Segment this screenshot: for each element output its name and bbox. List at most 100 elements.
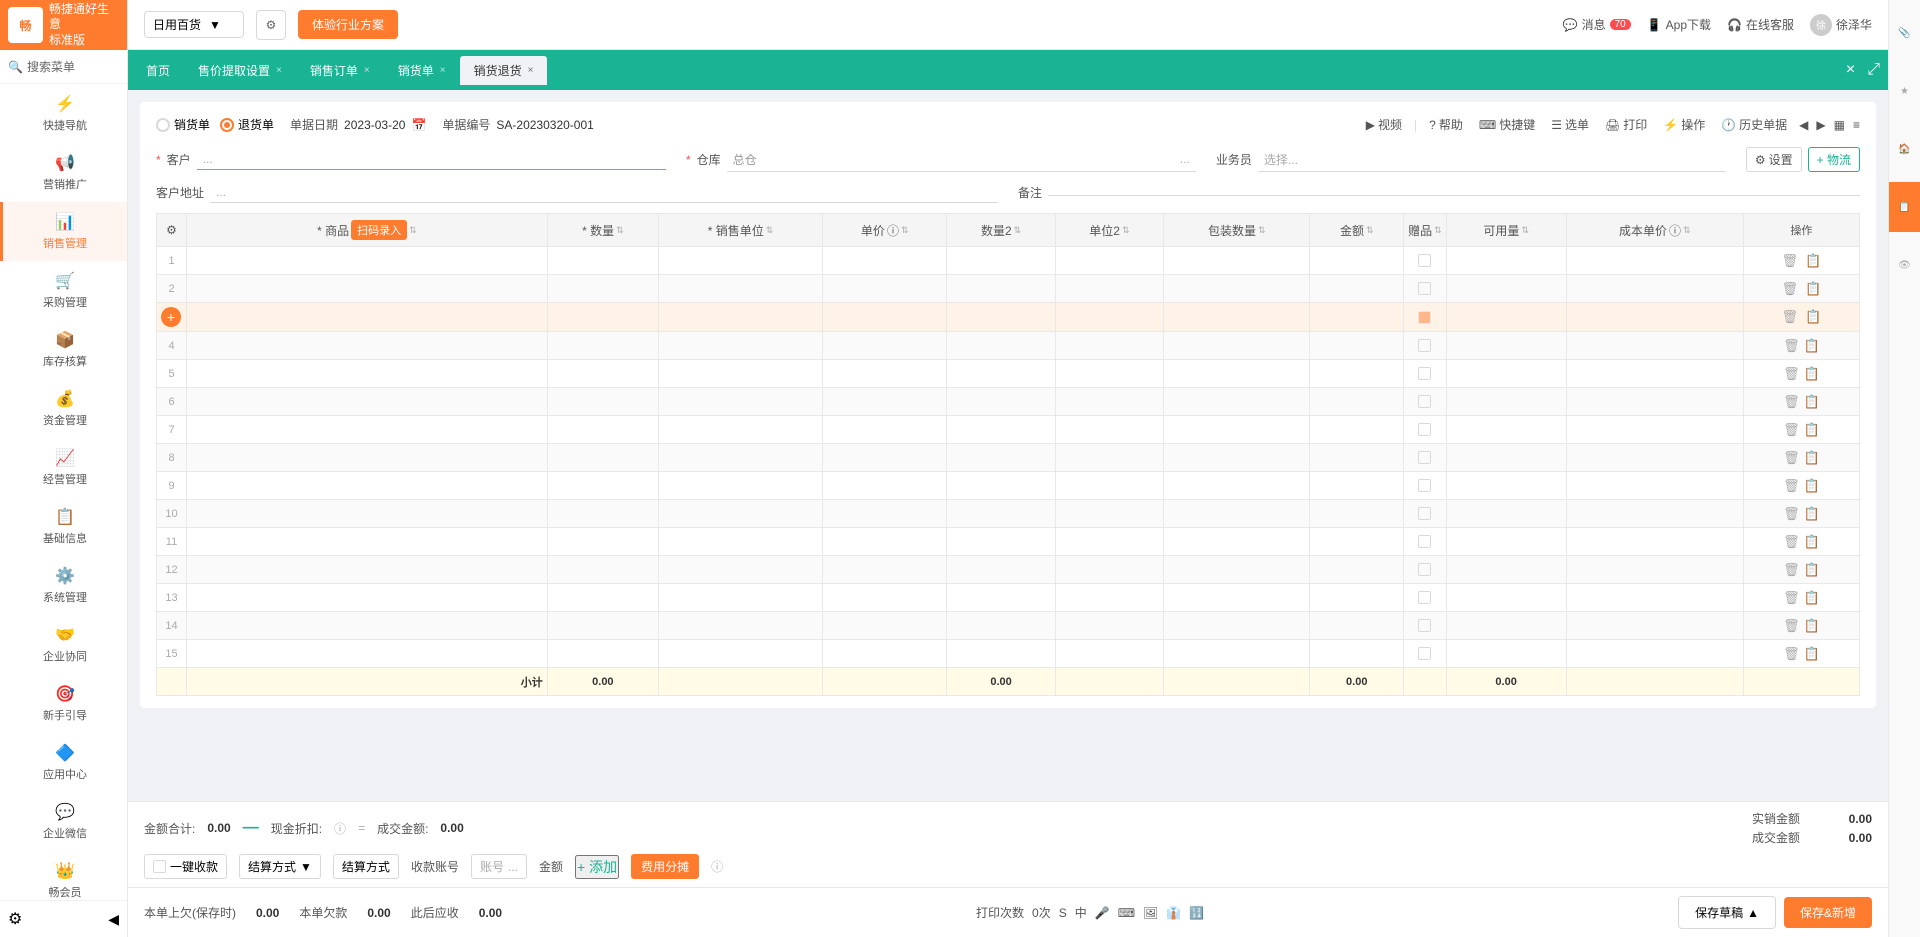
copy-row-button[interactable]: 📋	[1802, 644, 1822, 663]
fee-split-button[interactable]: 费用分摊	[631, 854, 699, 879]
gift-checkbox[interactable]	[1418, 451, 1431, 464]
right-panel-btn-2[interactable]: ★	[1893, 66, 1917, 116]
radio-return[interactable]: 退货单	[220, 116, 274, 133]
copy-row-button[interactable]: 📋	[1802, 392, 1822, 411]
tab-sale-delivery[interactable]: 销货单 ×	[384, 56, 460, 85]
radio-delivery[interactable]: 销货单	[156, 116, 210, 133]
summary-method-button[interactable]: 结算方式	[333, 854, 399, 879]
delete-row-button[interactable]: 🗑	[1781, 560, 1802, 579]
tab-sale-return[interactable]: 销货退货 ×	[460, 56, 548, 85]
gift-checkbox[interactable]	[1418, 619, 1431, 632]
delete-row-button[interactable]: 🗑	[1781, 364, 1802, 383]
calendar-icon[interactable]: 📅	[411, 118, 426, 132]
sidebar-item-guide[interactable]: 🎯 新手引导	[0, 674, 127, 733]
copy-row-button[interactable]: 📋	[1803, 307, 1823, 326]
copy-row-button[interactable]: 📋	[1802, 560, 1822, 579]
history-action-btn[interactable]: 🕐 历史单据	[1717, 114, 1791, 135]
delete-row-button[interactable]: 🗑	[1781, 588, 1802, 607]
copy-row-button[interactable]: 📋	[1803, 279, 1823, 298]
right-panel-btn-5[interactable]: 👁	[1893, 240, 1917, 290]
tab-home[interactable]: 首页	[132, 56, 184, 85]
sidebar-settings-icon[interactable]: ⚙	[8, 909, 22, 929]
copy-row-button[interactable]: 📋	[1802, 448, 1822, 467]
right-panel-btn-3[interactable]: 🏠	[1893, 124, 1917, 174]
sidebar-item-system[interactable]: ⚙️ 系统管理	[0, 556, 127, 615]
copy-row-button[interactable]: 📋	[1802, 504, 1822, 523]
copy-row-button[interactable]: 📋	[1802, 532, 1822, 551]
sidebar-item-wechat[interactable]: 💬 企业微信	[0, 792, 127, 851]
sidebar-collapse-icon[interactable]: ◀	[108, 911, 119, 928]
gift-checkbox[interactable]	[1418, 339, 1431, 352]
sidebar-item-basic[interactable]: 📋 基础信息	[0, 497, 127, 556]
gift-checkbox[interactable]	[1418, 535, 1431, 548]
gift-checkbox-active[interactable]	[1418, 311, 1431, 324]
account-input[interactable]: 账号 ...	[471, 854, 527, 879]
help-action-btn[interactable]: ? 帮助	[1425, 114, 1467, 135]
copy-row-button[interactable]: 📋	[1802, 364, 1822, 383]
gift-checkbox[interactable]	[1418, 563, 1431, 576]
gift-checkbox[interactable]	[1418, 395, 1431, 408]
scan-barcode-button[interactable]: 扫码录入	[351, 220, 407, 240]
tab-close-sale-order[interactable]: ×	[364, 65, 370, 76]
warehouse-input[interactable]: 总仓 ...	[727, 148, 1196, 172]
app-download-button[interactable]: 📱 App下载	[1647, 16, 1711, 33]
user-menu[interactable]: 徐 徐泽华	[1810, 14, 1872, 36]
add-row-button[interactable]: +	[161, 307, 181, 327]
close-tab-button[interactable]: ×	[1842, 59, 1859, 81]
delete-row-button[interactable]: 🗑	[1781, 336, 1802, 355]
salesperson-input[interactable]: 选择...	[1258, 148, 1726, 172]
video-action-btn[interactable]: ▶ 视频	[1362, 114, 1406, 135]
sidebar-item-marketing[interactable]: 📢 营销推广	[0, 143, 127, 202]
gift-checkbox[interactable]	[1418, 282, 1431, 295]
sort-icon[interactable]: ⇅	[409, 225, 417, 236]
delete-row-button[interactable]: 🗑	[1781, 420, 1802, 439]
save-draft-button[interactable]: 保存草稿 ▲	[1678, 896, 1776, 929]
tab-sale-price[interactable]: 售价提取设置 ×	[184, 56, 296, 85]
delete-row-button[interactable]: 🗑	[1781, 644, 1802, 663]
nav-next-icon[interactable]: ▶	[1816, 118, 1825, 132]
one-click-payment-button[interactable]: 一键收款	[144, 854, 227, 879]
sidebar-item-shortcuts[interactable]: ⚡ 快捷导航	[0, 84, 127, 143]
copy-row-button[interactable]: 📋	[1803, 251, 1823, 270]
restore-tab-button[interactable]: ⤢	[1863, 59, 1884, 81]
sidebar-item-enterprise[interactable]: 🤝 企业协同	[0, 615, 127, 674]
delete-row-button[interactable]: 🗑	[1781, 476, 1802, 495]
setup-button[interactable]: ⚙ 设置	[1746, 147, 1802, 172]
copy-row-button[interactable]: 📋	[1802, 588, 1822, 607]
sidebar-item-finance[interactable]: 💰 资金管理	[0, 379, 127, 438]
print-action-btn[interactable]: 🖨 打印	[1601, 114, 1651, 135]
sidebar-item-operations[interactable]: 📈 经营管理	[0, 438, 127, 497]
calc-method-button[interactable]: 结算方式 ▼	[239, 854, 321, 879]
right-panel-btn-1[interactable]: 📎	[1893, 8, 1917, 58]
add-payment-button[interactable]: + 添加	[575, 855, 619, 879]
list-view-icon[interactable]: ≡	[1853, 118, 1860, 132]
copy-row-button[interactable]: 📋	[1802, 476, 1822, 495]
tab-close-sale-delivery[interactable]: ×	[440, 65, 446, 76]
gift-checkbox[interactable]	[1418, 254, 1431, 267]
gift-checkbox[interactable]	[1418, 367, 1431, 380]
delete-row-button[interactable]: 🗑	[1781, 504, 1802, 523]
gift-checkbox[interactable]	[1418, 479, 1431, 492]
delete-row-button[interactable]: 🗑	[1781, 392, 1802, 411]
operate-action-btn[interactable]: ⚡ 操作	[1659, 114, 1709, 135]
gift-checkbox[interactable]	[1418, 507, 1431, 520]
save-new-button[interactable]: 保存&新增	[1784, 897, 1872, 928]
delete-row-button[interactable]: 🗑	[1781, 616, 1802, 635]
remark-input[interactable]	[1048, 189, 1860, 196]
industry-select[interactable]: 日用百货 ▼	[144, 11, 244, 38]
search-menu[interactable]: 🔍 搜索菜单	[0, 50, 127, 84]
product-input-active[interactable]	[191, 310, 543, 324]
delete-row-button[interactable]: 🗑	[1780, 251, 1801, 270]
checkbox-icon[interactable]	[153, 860, 166, 873]
nav-prev-icon[interactable]: ◀	[1799, 118, 1808, 132]
tab-sale-order[interactable]: 销售订单 ×	[296, 56, 384, 85]
tab-close-sale-price[interactable]: ×	[276, 65, 282, 76]
delete-row-button[interactable]: 🗑	[1780, 279, 1801, 298]
topbar-gear-button[interactable]: ⚙	[256, 10, 286, 40]
messages-button[interactable]: 💬 消息 70	[1563, 16, 1631, 33]
delete-row-button[interactable]: 🗑	[1781, 448, 1802, 467]
select-action-btn[interactable]: ☰ 选单	[1547, 114, 1593, 135]
logistics-button[interactable]: + 物流	[1808, 147, 1860, 172]
sidebar-item-inventory[interactable]: 📦 库存核算	[0, 320, 127, 379]
sidebar-item-sales[interactable]: 📊 销售管理	[0, 202, 127, 261]
